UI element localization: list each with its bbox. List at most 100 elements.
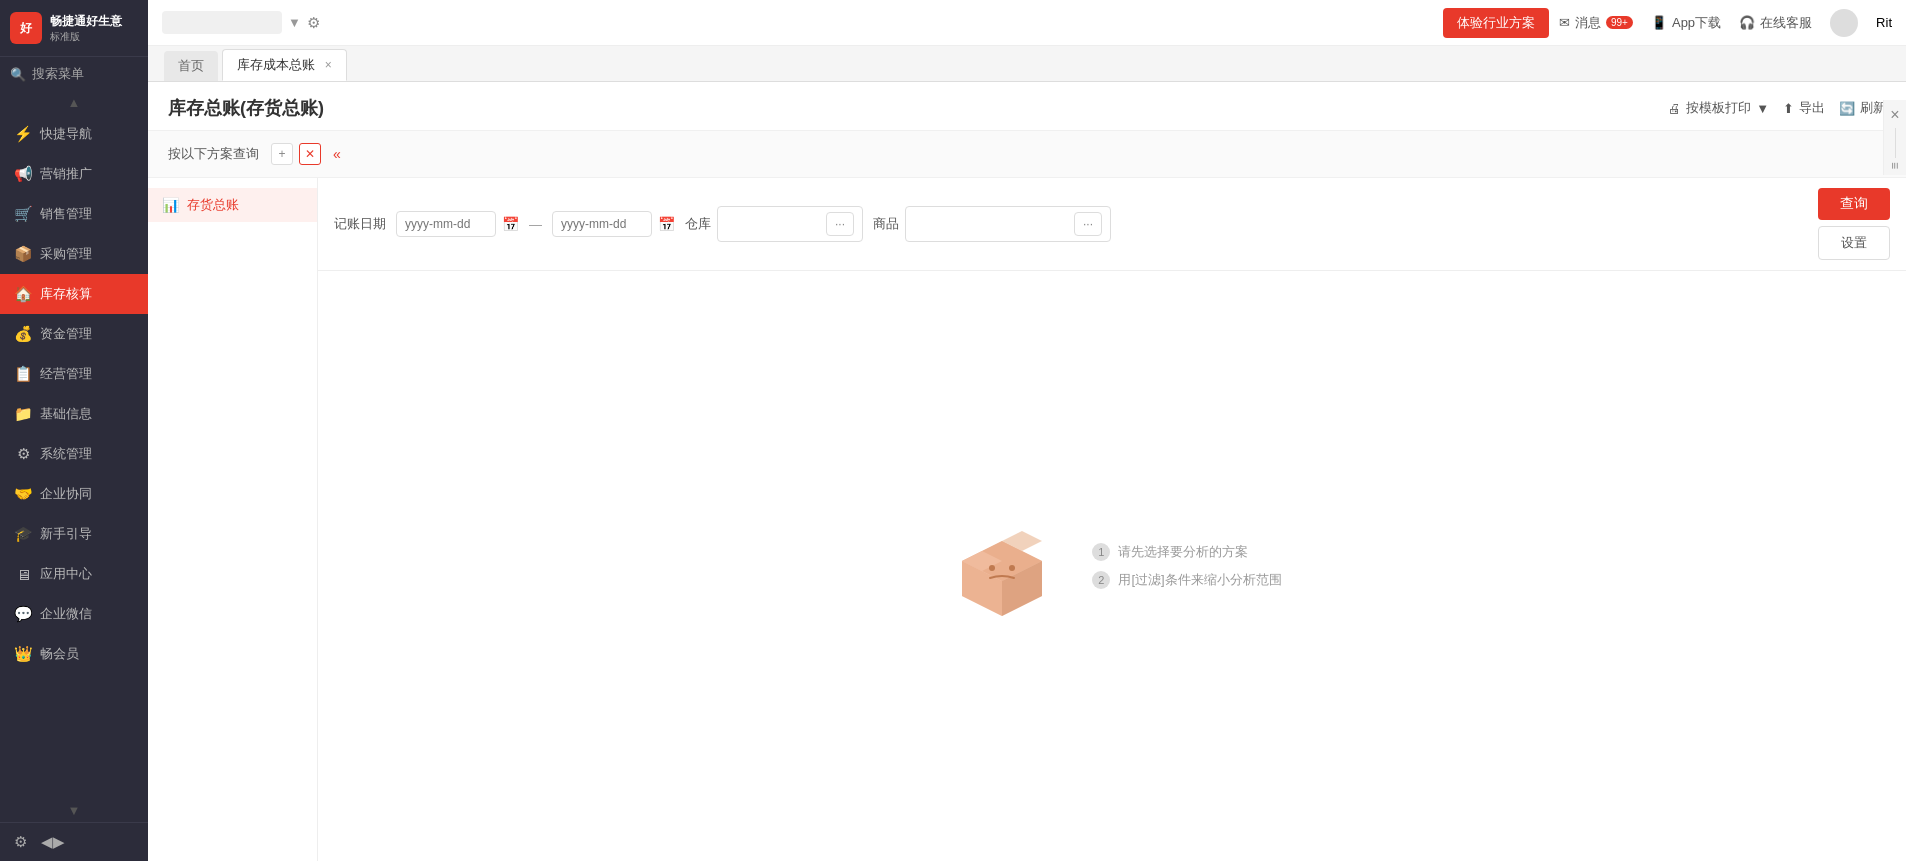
enterprise-icon: 🤝 [14, 485, 32, 503]
date-end-group: 📅 [552, 211, 675, 237]
print-dropdown-icon: ▼ [1756, 101, 1769, 116]
sidebar-bottom: ⚙ ◀▶ [0, 822, 148, 861]
scroll-up[interactable]: ▲ [0, 91, 148, 114]
scroll-down[interactable]: ▼ [0, 799, 148, 822]
topbar-settings-icon[interactable]: ⚙ [307, 14, 320, 32]
empty-illustration [942, 506, 1062, 626]
tabbar: 首页 库存成本总账 × [148, 46, 1906, 82]
sidebar-item-basic[interactable]: 📁 基础信息 [0, 394, 148, 434]
sidebar-item-inventory[interactable]: 🏠 库存核算 [0, 274, 148, 314]
sidebar-item-operations[interactable]: 📋 经营管理 [0, 354, 148, 394]
date-label: 记账日期 [334, 215, 386, 233]
query-buttons: 查询 设置 [1818, 188, 1890, 260]
app-logo: 好 畅捷通好生意 标准版 [0, 0, 148, 57]
date-start-input[interactable] [396, 211, 496, 237]
industry-btn[interactable]: 体验行业方案 [1443, 8, 1549, 38]
date-start-group: 📅 [396, 211, 519, 237]
sidebar-item-finance[interactable]: 💰 资金管理 [0, 314, 148, 354]
scheme-icon: 📊 [162, 197, 179, 213]
filter-delete-btn[interactable]: ✕ [299, 143, 321, 165]
date-end-input[interactable] [552, 211, 652, 237]
search-menu[interactable]: 🔍 搜索菜单 [0, 57, 148, 91]
sidebar-item-system[interactable]: ⚙ 系统管理 [0, 434, 148, 474]
svg-point-7 [1009, 565, 1015, 571]
inventory-icon: 🏠 [14, 285, 32, 303]
message-action[interactable]: ✉ 消息 99+ [1559, 14, 1633, 32]
panel-divider [1895, 128, 1896, 158]
message-badge: 99+ [1606, 16, 1633, 29]
filter-icons: + ✕ [271, 143, 321, 165]
refresh-icon: 🔄 [1839, 101, 1855, 116]
sidebar-item-app-center[interactable]: 🖥 应用中心 [0, 554, 148, 594]
product-select[interactable]: ··· [905, 206, 1111, 242]
headset-icon: 🎧 [1739, 15, 1755, 30]
search-icon: 🔍 [10, 67, 26, 82]
empty-state: 1 请先选择要分析的方案 2 用[过滤]条件来缩小分析范围 [318, 271, 1906, 861]
basic-icon: 📁 [14, 405, 32, 423]
sidebar: 好 畅捷通好生意 标准版 🔍 搜索菜单 ▲ ⚡ 快捷导航 📢 营销推广 🛒 销售… [0, 0, 148, 861]
page-title: 库存总账(存货总账) [168, 96, 324, 120]
export-btn[interactable]: ⬆ 导出 [1783, 99, 1825, 117]
warehouse-group: 仓库 ··· [685, 206, 863, 242]
main-area: ▼ ⚙ 体验行业方案 ✉ 消息 99+ 📱 App下载 🎧 在线客服 Rit 首… [148, 0, 1906, 861]
scheme-item-inventory[interactable]: 📊 存货总账 [148, 188, 317, 222]
user-name: Rit [1876, 15, 1892, 30]
system-icon: ⚙ [14, 445, 32, 463]
cal-start-icon[interactable]: 📅 [502, 216, 519, 232]
close-panel-btn[interactable]: × [1890, 106, 1899, 124]
purchase-icon: 📦 [14, 245, 32, 263]
guide-icon: 🎓 [14, 525, 32, 543]
svg-point-6 [989, 565, 995, 571]
filter-label: 按以下方案查询 [168, 145, 259, 163]
app-download-action[interactable]: 📱 App下载 [1651, 14, 1721, 32]
tab-close-btn[interactable]: × [325, 58, 332, 72]
quick-nav-icon: ⚡ [14, 125, 32, 143]
topbar-breadcrumb: ▼ ⚙ [162, 11, 1433, 34]
settings-query-btn[interactable]: 设置 [1818, 226, 1890, 260]
tab-home[interactable]: 首页 [164, 51, 218, 81]
cal-end-icon[interactable]: 📅 [658, 216, 675, 232]
user-avatar[interactable] [1830, 9, 1858, 37]
product-group: 商品 ··· [873, 206, 1111, 242]
tab-inventory-ledger[interactable]: 库存成本总账 × [222, 49, 347, 81]
online-service-action[interactable]: 🎧 在线客服 [1739, 14, 1812, 32]
query-area: 记账日期 📅 — 📅 仓库 ··· [318, 178, 1906, 861]
breadcrumb-arrow-icon: ▼ [288, 15, 301, 30]
sidebar-nav: ⚡ 快捷导航 📢 营销推广 🛒 销售管理 📦 采购管理 🏠 库存核算 💰 资金管… [0, 114, 148, 799]
export-icon: ⬆ [1783, 101, 1794, 116]
panel-side-text: ≡ [1888, 162, 1902, 169]
logo-text: 畅捷通好生意 标准版 [50, 13, 122, 44]
scheme-sidebar: 📊 存货总账 [148, 178, 318, 861]
warehouse-more-btn[interactable]: ··· [826, 212, 854, 236]
settings-bottom-icon[interactable]: ⚙ [14, 833, 27, 851]
filter-add-btn[interactable]: + [271, 143, 293, 165]
phone-icon: 📱 [1651, 15, 1667, 30]
logo-icon: 好 [10, 12, 42, 44]
query-btn[interactable]: 查询 [1818, 188, 1890, 220]
sidebar-item-wechat[interactable]: 💬 企业微信 [0, 594, 148, 634]
refresh-btn[interactable]: 🔄 刷新 [1839, 99, 1886, 117]
collapse-icon[interactable]: ◀▶ [41, 833, 65, 851]
print-icon: 🖨 [1668, 101, 1681, 116]
empty-hint-1: 1 请先选择要分析的方案 [1092, 543, 1281, 561]
product-more-btn[interactable]: ··· [1074, 212, 1102, 236]
sidebar-item-marketing[interactable]: 📢 营销推广 [0, 154, 148, 194]
right-panel-close: × ≡ [1883, 100, 1906, 175]
message-icon: ✉ [1559, 15, 1570, 30]
breadcrumb-input[interactable] [162, 11, 282, 34]
sidebar-item-quick-nav[interactable]: ⚡ 快捷导航 [0, 114, 148, 154]
filter-collapse-btn[interactable]: « [333, 146, 341, 162]
content-area: 库存总账(存货总账) 🖨 按模板打印 ▼ ⬆ 导出 🔄 刷新 按以下方案查询 [148, 82, 1906, 861]
sidebar-item-purchase[interactable]: 📦 采购管理 [0, 234, 148, 274]
filters-row: 记账日期 📅 — 📅 仓库 ··· [318, 178, 1906, 271]
topbar: ▼ ⚙ 体验行业方案 ✉ 消息 99+ 📱 App下载 🎧 在线客服 Rit [148, 0, 1906, 46]
sidebar-item-member[interactable]: 👑 畅会员 [0, 634, 148, 674]
sidebar-item-sales[interactable]: 🛒 销售管理 [0, 194, 148, 234]
sidebar-item-enterprise[interactable]: 🤝 企业协同 [0, 474, 148, 514]
warehouse-select[interactable]: ··· [717, 206, 863, 242]
empty-hint-2: 2 用[过滤]条件来缩小分析范围 [1092, 571, 1281, 589]
topbar-right: ✉ 消息 99+ 📱 App下载 🎧 在线客服 Rit [1559, 9, 1892, 37]
sidebar-item-guide[interactable]: 🎓 新手引导 [0, 514, 148, 554]
filter-bar: 按以下方案查询 + ✕ « [148, 131, 1906, 178]
print-btn[interactable]: 🖨 按模板打印 ▼ [1668, 99, 1769, 117]
